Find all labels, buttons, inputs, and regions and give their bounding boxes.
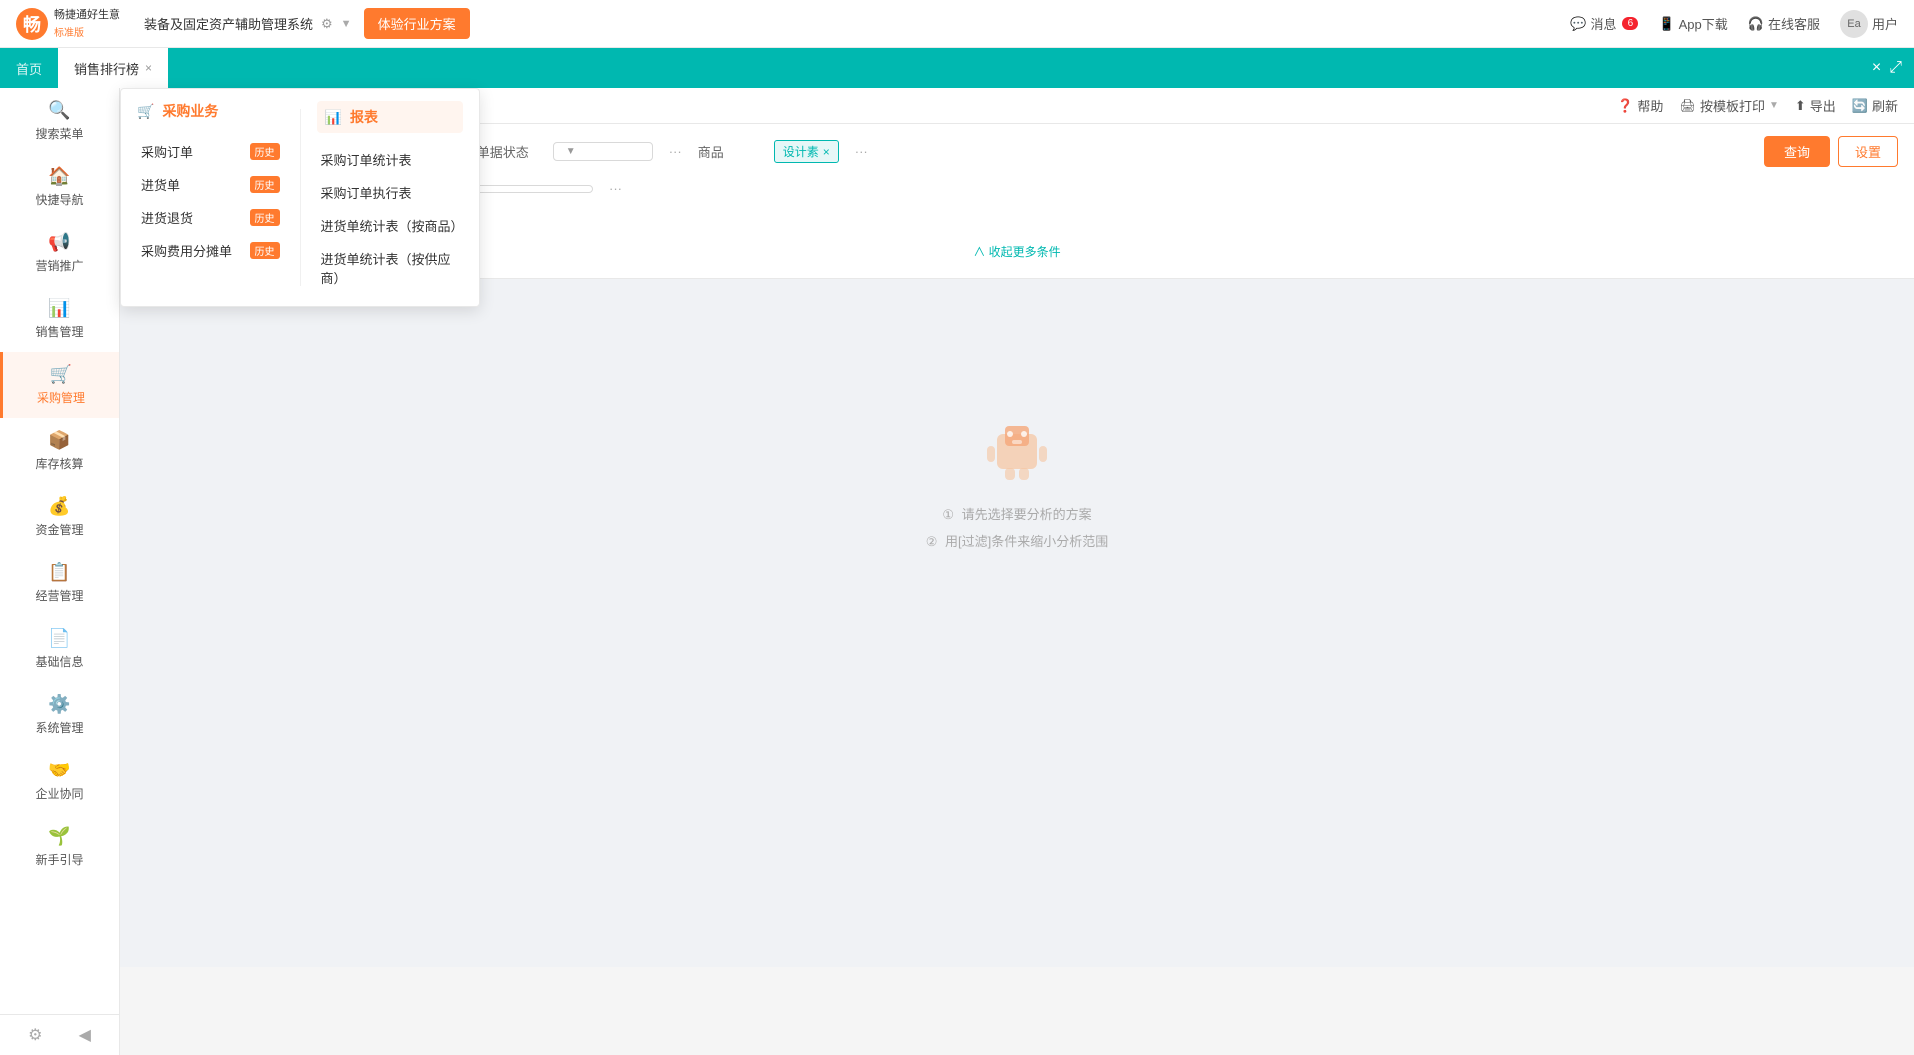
handshake-icon: 🤝 [48,760,70,781]
history-badge-0: 历史 [250,143,280,160]
sidebar-item-finance[interactable]: 💰 资金管理 [0,484,119,550]
box-icon: 📦 [48,430,70,451]
voucher-status-select[interactable]: ▼ [553,142,653,161]
sidebar-item-marketing[interactable]: 📢 营销推广 [0,220,119,286]
headset-icon: 🎧 [1748,16,1764,32]
dropdown-item-inbound-stat-product[interactable]: 进货单统计表（按商品） [317,209,464,242]
history-badge-2: 历史 [250,209,280,226]
logo-area: 畅 畅捷通好生意 标准版 [16,8,136,40]
dropdown-item-purchase-order-stat[interactable]: 采购订单统计表 [317,143,464,176]
product-tag: 设计素 × [774,140,839,163]
purchase-header-icon: 🛒 [137,103,154,120]
dropdown-item-expense[interactable]: 采购费用分摊单 历史 [137,234,284,267]
settings-icon[interactable]: ⚙ [321,16,333,32]
system-title-text: 装备及固定资产辅助管理系统 [144,14,313,33]
user-menu[interactable]: Ea 用户 [1840,10,1898,38]
history-badge-1: 历史 [250,176,280,193]
sidebar-item-search[interactable]: 🔍 搜索菜单 [0,88,119,154]
seedling-icon: 🌱 [48,826,70,847]
cart-icon: 🛒 [50,364,72,385]
product-label: 商品 [698,142,758,161]
empty-state: ① 请先选择要分析的方案 ② 用[过滤]条件来缩小分析范围 [120,279,1914,679]
collapse-icon: ∧ [973,245,985,259]
export-button[interactable]: ⬆ 导出 [1795,96,1836,115]
voucher-status-arrow: ▼ [566,146,576,157]
tab-home[interactable]: 首页 [0,48,58,88]
empty-hint-1: ① 请先选择要分析的方案 [942,504,1091,523]
clipboard-icon: 📋 [48,562,70,583]
dropdown-item-inbound[interactable]: 进货单 历史 [137,168,284,201]
trial-button[interactable]: 体验行业方案 [364,8,470,39]
print-dropdown-icon[interactable]: ▼ [1769,100,1779,111]
sidebar-item-basic-info[interactable]: 📄 基础信息 [0,616,119,682]
dropdown-purchase-col: 🛒 采购业务 采购订单 历史 进货单 历史 进货退货 历史 采购费用分摊单 历史 [121,101,300,294]
app-download-button[interactable]: 📱 App下载 [1658,14,1727,33]
set-button[interactable]: 设置 [1838,136,1898,167]
dropdown-item-purchase-order[interactable]: 采购订单 历史 [137,135,284,168]
message-icon: 💬 [1570,16,1586,32]
tab-bar-controls: × ⤢ [1872,59,1914,77]
filter-actions: 查询 设置 [1764,136,1898,167]
sidebar-item-system[interactable]: ⚙️ 系统管理 [0,682,119,748]
dropdown-purchase-header: 🛒 采购业务 [137,101,284,125]
tab-expand-icon[interactable]: ⤢ [1889,59,1902,77]
dropdown-item-inbound-return[interactable]: 进货退货 历史 [137,201,284,234]
salesman-more[interactable]: ··· [609,181,622,196]
sidebar-item-sales[interactable]: 📊 销售管理 [0,286,119,352]
sidebar-item-purchase[interactable]: 🛒 采购管理 [0,352,119,418]
megaphone-icon: 📢 [48,232,70,253]
refresh-icon: 🔄 [1852,98,1868,114]
sidebar-item-enterprise[interactable]: 🤝 企业协同 [0,748,119,814]
logo-icon: 畅 [16,8,48,40]
empty-illustration [977,404,1057,484]
sidebar-item-quick-nav[interactable]: 🏠 快捷导航 [0,154,119,220]
dropdown-arrow-icon[interactable]: ▼ [341,18,352,30]
purchase-dropdown-menu: 🛒 采购业务 采购订单 历史 进货单 历史 进货退货 历史 采购费用分摊单 历史… [120,88,480,307]
message-badge: 6 [1622,17,1638,30]
voucher-status-label: 单据状态 [477,142,537,161]
query-button[interactable]: 查询 [1764,136,1830,167]
sidebar-item-operation[interactable]: 📋 经营管理 [0,550,119,616]
tab-close-icon[interactable]: × [145,61,152,75]
help-button[interactable]: ❓ 帮助 [1617,96,1663,115]
sidebar-item-newbie[interactable]: 🌱 新手引导 [0,814,119,880]
avatar: Ea [1840,10,1868,38]
product-tag-close[interactable]: × [823,145,830,159]
phone-icon: 📱 [1658,16,1674,32]
refresh-button[interactable]: 🔄 刷新 [1852,96,1898,115]
top-bar: 畅 畅捷通好生意 标准版 装备及固定资产辅助管理系统 ⚙ ▼ 体验行业方案 💬 … [0,0,1914,48]
help-icon: ❓ [1617,98,1633,114]
product-more[interactable]: ··· [855,144,868,159]
dropdown-item-inbound-stat-supplier[interactable]: 进货单统计表（按供应商） [317,242,464,294]
money-icon: 💰 [48,496,70,517]
sidebar: 🔍 搜索菜单 🏠 快捷导航 📢 营销推广 📊 销售管理 🛒 采购管理 📦 库存核… [0,88,120,1055]
online-service-button[interactable]: 🎧 在线客服 [1748,14,1820,33]
dropdown-report-header: 📊 报表 [317,101,464,133]
tab-bar: 首页 销售排行榜 × × ⤢ [0,48,1914,88]
document-icon: 📄 [48,628,70,649]
dropdown-item-purchase-order-exec[interactable]: 采购订单执行表 [317,176,464,209]
message-button[interactable]: 💬 消息 6 [1570,14,1638,33]
home-icon: 🏠 [48,166,70,187]
history-badge-3: 历史 [250,242,280,259]
search-icon: 🔍 [48,100,70,121]
empty-hint-2: ② 用[过滤]条件来缩小分析范围 [926,531,1109,550]
dropdown-report-col: 📊 报表 采购订单统计表 采购订单执行表 进货单统计表（按商品） 进货单统计表（… [301,101,480,294]
logo-text: 畅捷通好生意 标准版 [54,8,120,38]
sidebar-item-inventory[interactable]: 📦 库存核算 [0,418,119,484]
chart-icon: 📊 [48,298,70,319]
gear-sidebar-icon: ⚙️ [48,694,70,715]
report-header-icon: 📊 [325,109,342,126]
print-icon: 🖨 [1679,98,1696,114]
export-icon: ⬆ [1795,98,1806,114]
tab-sales-ranking[interactable]: 销售排行榜 × [58,48,168,88]
top-right-actions: 💬 消息 6 📱 App下载 🎧 在线客服 Ea 用户 [1570,10,1898,38]
tab-close-all-icon[interactable]: × [1872,59,1881,77]
print-button[interactable]: 🖨 按模板打印 ▼ [1679,96,1778,115]
voucher-status-more[interactable]: ··· [669,144,682,159]
system-title-area: 装备及固定资产辅助管理系统 ⚙ ▼ [144,14,352,33]
